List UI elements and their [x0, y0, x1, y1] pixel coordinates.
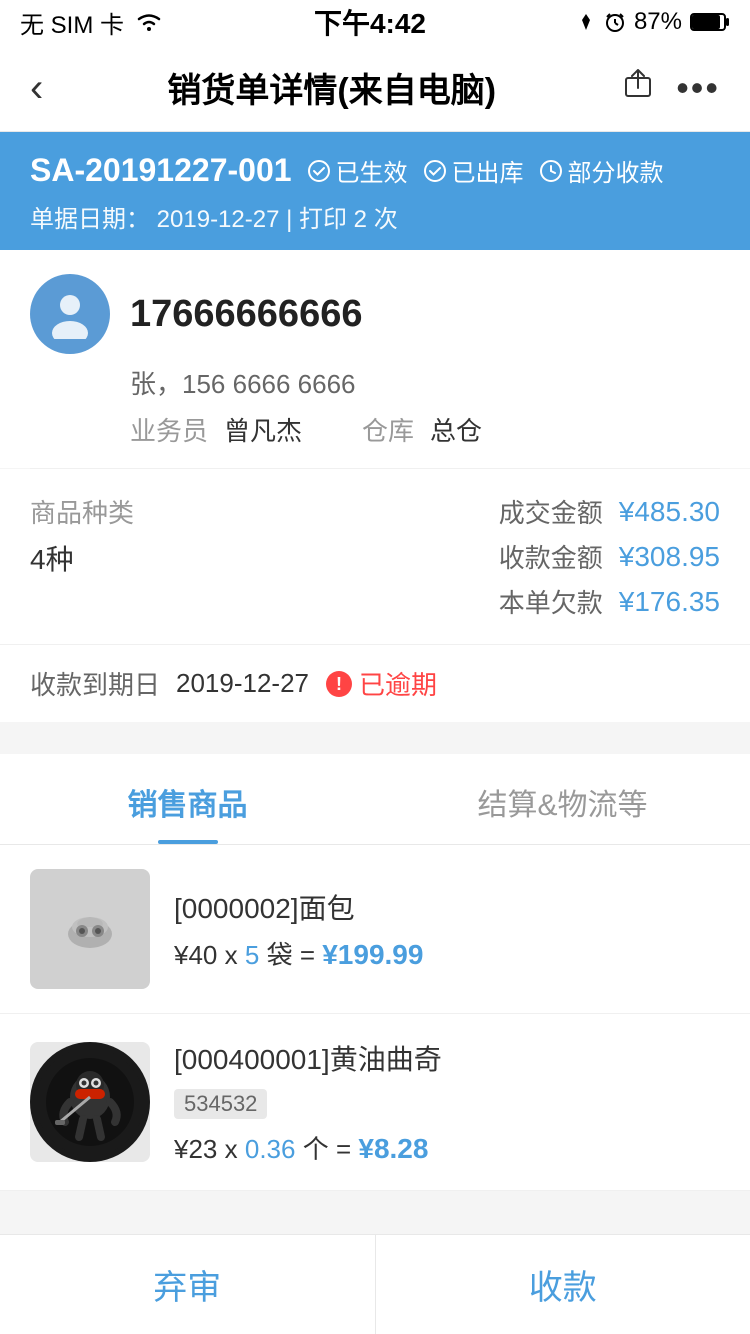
sim-status: 无 SIM 卡	[20, 5, 124, 40]
bottom-bar: 弃审 收款	[0, 1234, 750, 1334]
customer-meta: 业务员 曾凡杰 仓库 总仓	[30, 411, 720, 448]
person-icon	[45, 289, 95, 339]
tabs-section: 销售商品 结算&物流等	[0, 754, 750, 845]
due-label: 收款到期日	[30, 665, 160, 702]
staff-label: 业务员	[130, 411, 208, 448]
avatar	[30, 274, 110, 354]
tab-settlement[interactable]: 结算&物流等	[375, 754, 750, 844]
status-time: 下午4:42	[314, 2, 426, 42]
payment-label: 收款金额	[499, 538, 603, 575]
amount-label: 成交金额	[499, 493, 603, 530]
status-right: 87%	[576, 8, 730, 36]
product-item-1: [0000002]面包 ¥40 x 5 袋 = ¥199.99	[0, 845, 750, 1014]
product-total-2: ¥8.28	[358, 1133, 428, 1164]
staff-name: 曾凡杰	[224, 411, 302, 448]
header-date-info: 单据日期： 2019-12-27 | 打印 2 次	[30, 199, 720, 234]
debt-row: 本单欠款 ¥176.35	[499, 583, 720, 620]
debt-label: 本单欠款	[499, 583, 603, 620]
customer-id: 17666666666	[130, 293, 362, 336]
debt-value: ¥176.35	[619, 586, 720, 618]
product-thumb-1	[30, 869, 150, 989]
product-tag-2: 534532	[174, 1089, 267, 1119]
wifi-icon	[134, 11, 164, 33]
overdue-text: 已逾期	[359, 665, 437, 702]
customer-top: 17666666666	[30, 274, 720, 354]
share-icon[interactable]	[620, 66, 656, 110]
product-price-1: ¥40 x 5 袋 = ¥199.99	[174, 935, 720, 972]
type-count: 4种	[30, 538, 134, 578]
back-button[interactable]: ‹	[30, 68, 43, 108]
alarm-icon	[604, 11, 626, 33]
status-bar: 无 SIM 卡 下午4:42 87%	[0, 0, 750, 44]
customer-name: 张，156 6666 6666	[30, 364, 720, 401]
warehouse-label: 仓库	[362, 411, 414, 448]
check-circle-icon-1	[308, 160, 330, 182]
product-total-1: ¥199.99	[322, 939, 423, 970]
tab-sales-products[interactable]: 销售商品	[0, 754, 375, 844]
badge-effective: 已生效	[308, 153, 408, 188]
page-title: 销货单详情(来自电脑)	[43, 63, 620, 112]
header-banner: SA-20191227-001 已生效 已出库 部分收款 单据日期：	[0, 132, 750, 250]
product-logo-icon	[35, 1047, 145, 1157]
product-price-2: ¥23 x 0.36 个 = ¥8.28	[174, 1129, 720, 1166]
clock-icon	[540, 160, 562, 182]
battery-percent: 87%	[634, 8, 682, 36]
due-section: 收款到期日 2019-12-27 ! 已逾期	[0, 644, 750, 722]
payment-value: ¥308.95	[619, 541, 720, 573]
amount-row: 成交金额 ¥485.30	[499, 493, 720, 530]
bread-placeholder-icon	[60, 899, 120, 959]
warehouse-name: 总仓	[430, 411, 482, 448]
badge-partial: 部分收款	[540, 153, 664, 188]
status-left: 无 SIM 卡	[20, 5, 164, 40]
type-label: 商品种类	[30, 493, 134, 530]
product-info-2: [000400001]黄油曲奇 534532 ¥23 x 0.36 个 = ¥8…	[174, 1038, 720, 1166]
badge-shipped: 已出库	[424, 153, 524, 188]
products-list: [0000002]面包 ¥40 x 5 袋 = ¥199.99	[0, 845, 750, 1191]
nav-right-icons: •••	[620, 66, 720, 110]
amount-value: ¥485.30	[619, 496, 720, 528]
overdue-badge: ! 已逾期	[325, 665, 437, 702]
location-icon	[576, 12, 596, 32]
product-name-1: [0000002]面包	[174, 887, 720, 927]
cancel-audit-button[interactable]: 弃审	[0, 1235, 376, 1334]
stats-left: 商品种类 4种	[30, 493, 134, 578]
order-id: SA-20191227-001	[30, 152, 292, 189]
section-divider	[0, 722, 750, 738]
more-icon[interactable]: •••	[676, 67, 720, 109]
nav-bar: ‹ 销货单详情(来自电脑) •••	[0, 44, 750, 132]
payment-row: 收款金额 ¥308.95	[499, 538, 720, 575]
stats-section: 商品种类 4种 成交金额 ¥485.30 收款金额 ¥308.95 本单欠款 ¥…	[0, 469, 750, 644]
product-thumb-2	[30, 1042, 150, 1162]
overdue-icon: !	[325, 670, 353, 698]
svg-text:!: !	[336, 674, 342, 694]
stats-row: 商品种类 4种 成交金额 ¥485.30 收款金额 ¥308.95 本单欠款 ¥…	[30, 493, 720, 620]
battery-icon	[690, 11, 730, 33]
collect-payment-button[interactable]: 收款	[376, 1235, 750, 1334]
customer-section: 17666666666 张，156 6666 6666 业务员 曾凡杰 仓库 总…	[0, 250, 750, 468]
due-date: 2019-12-27	[176, 668, 309, 699]
check-circle-icon-2	[424, 160, 446, 182]
stats-right: 成交金额 ¥485.30 收款金额 ¥308.95 本单欠款 ¥176.35	[499, 493, 720, 620]
product-item-2: [000400001]黄油曲奇 534532 ¥23 x 0.36 个 = ¥8…	[0, 1014, 750, 1191]
product-name-2: [000400001]黄油曲奇	[174, 1038, 720, 1078]
product-info-1: [0000002]面包 ¥40 x 5 袋 = ¥199.99	[174, 887, 720, 972]
